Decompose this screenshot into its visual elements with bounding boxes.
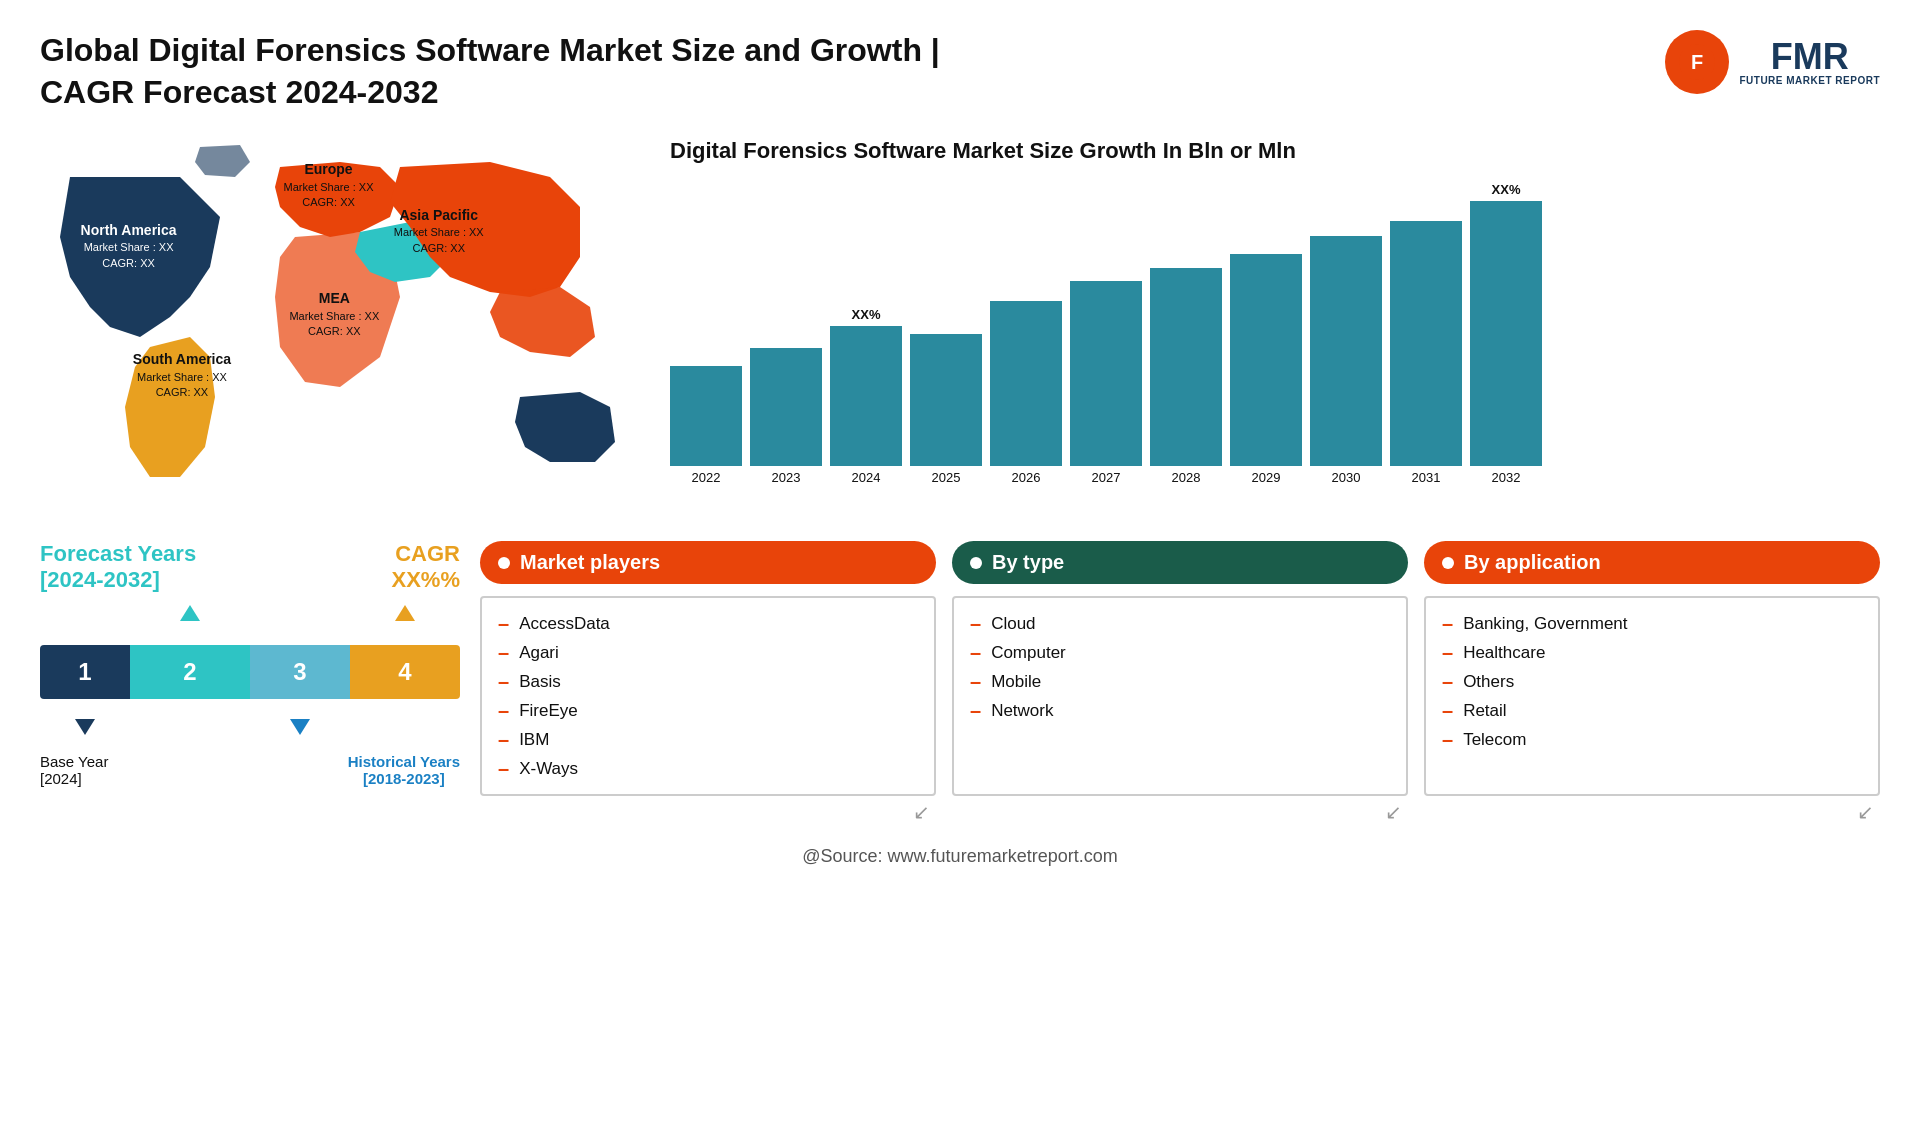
timeline-bottom-labels: Base Year [2024] Historical Years [2018-… [40,753,460,787]
page-title: Global Digital Forensics Software Market… [40,30,940,113]
list-item: – Computer [970,641,1390,664]
panel-items-market-players: – AccessData – Agari – Basis – FireEye –… [480,596,936,796]
forecast-years: [2024-2032] [40,567,196,593]
forecast-cagr-row: Forecast Years [2024-2032] CAGR XX%% [40,541,460,593]
panel-dot-market-players [498,557,510,569]
bar-chart-container: XX% [670,186,1880,496]
chart-title: Digital Forensics Software Market Size G… [670,137,1880,166]
list-item: – Cloud [970,612,1390,635]
panel-items-by-type: – Cloud – Computer – Mobile – Network [952,596,1408,796]
triangle-base-down [75,719,95,735]
list-item: – Telecom [1442,728,1862,751]
list-item: – Banking, Government [1442,612,1862,635]
panel-header-by-application: By application [1424,541,1880,584]
logo-icon: F [1665,30,1729,94]
bar-2026 [990,297,1062,466]
region-mea: MEA Market Share : XX CAGR: XX [289,289,379,339]
list-item: – Agari [498,641,918,664]
list-item: – AccessData [498,612,918,635]
base-year-label-block: Base Year [2024] [40,753,108,787]
triangle-cagr-up [395,605,415,621]
list-item: – Healthcare [1442,641,1862,664]
bar-2023 [750,344,822,466]
panel-by-type: By type – Cloud – Computer – Mobile – Ne… [952,541,1408,828]
bar-2032: XX% [1470,182,1542,466]
forecast-label: Forecast Years [40,541,196,567]
bottom-section: Forecast Years [2024-2032] CAGR XX%% 1 2 [40,541,1880,828]
panel-label-market-players: Market players [520,551,660,574]
panel-scroll-hint-app: ↙ [1424,796,1880,828]
list-item: – Others [1442,670,1862,693]
panel-label-by-type: By type [992,551,1064,574]
triangle-forecast-up [180,605,200,621]
bar-2030 [1310,232,1382,466]
triangle-hist-down [290,719,310,735]
triangle-indicators-bottom [40,719,460,739]
timeline-seg-3: 3 [250,645,350,699]
list-item: – Network [970,699,1390,722]
bar-2028 [1150,264,1222,466]
timeline-bar: 1 2 3 4 [40,645,460,699]
triangle-indicators-top [40,605,460,625]
bar-2027 [1070,277,1142,466]
logo: F FMR FUTURE MARKET REPORT [1665,30,1880,94]
forecast-years-block: Forecast Years [2024-2032] [40,541,196,593]
logo-subtitle: FUTURE MARKET REPORT [1739,75,1880,86]
year-labels: 2022 2023 2024 2025 2026 2027 2028 2029 … [670,470,1880,485]
panel-scroll-hint-type: ↙ [952,796,1408,828]
list-item: – Mobile [970,670,1390,693]
panel-scroll-hint: ↙ [480,796,936,828]
panel-market-players: Market players – AccessData – Agari – Ba… [480,541,936,828]
panel-label-by-application: By application [1464,551,1601,574]
bar-2029 [1230,250,1302,466]
list-item: – IBM [498,728,918,751]
timeline-seg-1: 1 [40,645,130,699]
cagr-value: XX%% [392,567,460,593]
bar-chart: XX% [670,186,1880,466]
panel-items-by-application: – Banking, Government – Healthcare – Oth… [1424,596,1880,796]
map-section: North America Market Share : XX CAGR: XX… [40,137,620,517]
market-panels: Market players – AccessData – Agari – Ba… [480,541,1880,828]
timeline-seg-2: 2 [130,645,250,699]
cagr-block: CAGR XX%% [392,541,460,593]
list-item: – Retail [1442,699,1862,722]
logo-fmr: FMR [1771,39,1849,75]
world-map: North America Market Share : XX CAGR: XX… [40,137,620,517]
panel-by-application: By application – Banking, Government – H… [1424,541,1880,828]
region-north-america: North America Market Share : XX CAGR: XX [81,221,177,271]
bar-2022 [670,362,742,466]
cagr-label: CAGR [392,541,460,567]
timeline-box: Forecast Years [2024-2032] CAGR XX%% 1 2 [40,541,460,828]
region-asia-pacific: Asia Pacific Market Share : XX CAGR: XX [394,206,484,256]
page-header: Global Digital Forensics Software Market… [40,30,1880,113]
panel-header-by-type: By type [952,541,1408,584]
logo-text: FMR FUTURE MARKET REPORT [1739,39,1880,86]
timeline-seg-4: 4 [350,645,460,699]
list-item: – Basis [498,670,918,693]
source-line: @Source: www.futuremarketreport.com [40,846,1880,867]
chart-section: Digital Forensics Software Market Size G… [650,137,1880,517]
region-south-america: South America Market Share : XX CAGR: XX [133,350,231,400]
bar-2025 [910,330,982,466]
bar-2031 [1390,217,1462,466]
main-content: North America Market Share : XX CAGR: XX… [40,137,1880,517]
bar-2024: XX% [830,307,902,466]
panel-dot-by-application [1442,557,1454,569]
historical-years-block: Historical Years [2018-2023] [348,753,460,787]
list-item: – FireEye [498,699,918,722]
panel-dot-by-type [970,557,982,569]
panel-header-market-players: Market players [480,541,936,584]
svg-text:F: F [1691,51,1703,73]
region-europe: Europe Market Share : XX CAGR: XX [284,160,374,210]
list-item: – X-Ways [498,757,918,780]
